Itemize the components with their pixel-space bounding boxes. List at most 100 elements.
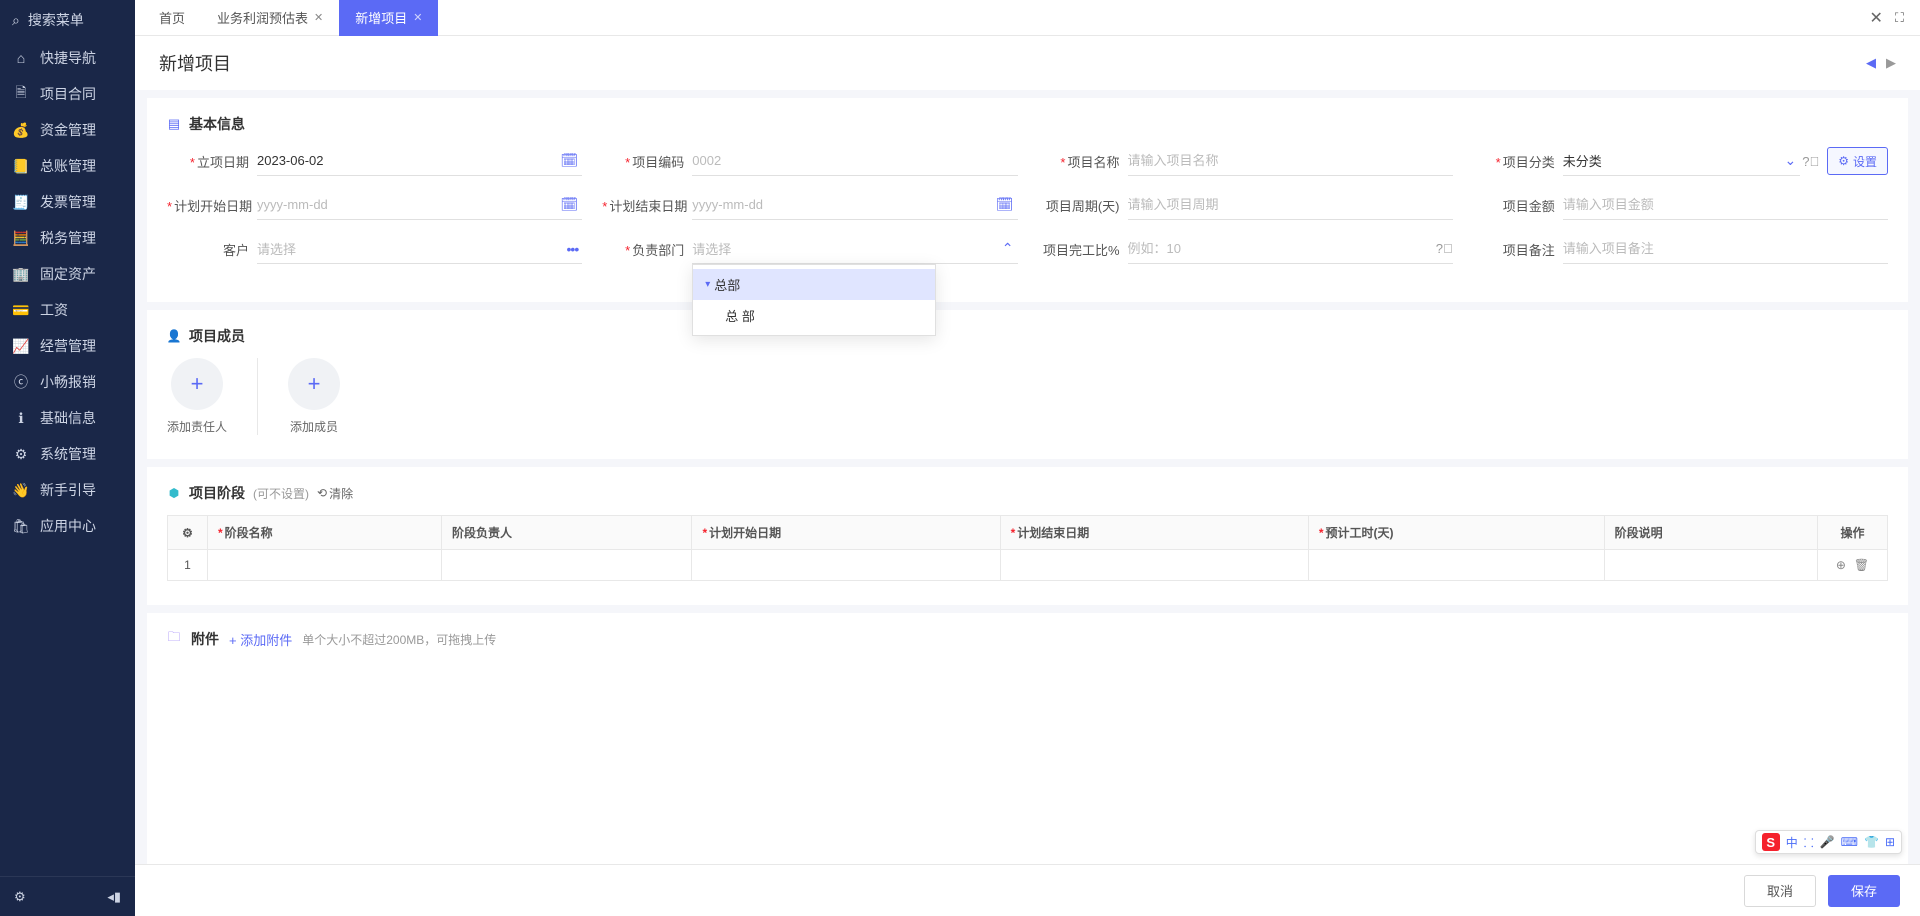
gear-icon: ⚙: [182, 526, 193, 540]
plan-end-field[interactable]: [692, 197, 991, 212]
remark-field[interactable]: [1563, 241, 1888, 256]
cancel-button[interactable]: 取消: [1744, 875, 1816, 907]
plan-start-field[interactable]: [257, 197, 556, 212]
ime-badge[interactable]: S 中 ⸬ 🎤 ⌨ 👕 ⊞: [1755, 830, 1902, 854]
customer-select[interactable]: 请选择 •••: [257, 234, 582, 264]
close-icon[interactable]: ✕: [314, 11, 323, 24]
sidebar-item-label: 快捷导航: [40, 48, 96, 68]
ime-grid-icon[interactable]: ⊞: [1885, 835, 1895, 849]
collapse-icon[interactable]: ◂▮: [107, 889, 121, 905]
content: ▤ 基本信息 *立项日期 2023-06-02 🗓 *项目编码: [135, 90, 1920, 864]
date-input[interactable]: 2023-06-02 🗓: [257, 146, 582, 176]
sidebar-item-basic[interactable]: ℹ基础信息: [0, 400, 135, 436]
sidebar-item-contract[interactable]: 🗎项目合同: [0, 76, 135, 112]
th-plan-start: *计划开始日期: [692, 516, 1000, 550]
sidebar-item-salary[interactable]: 💳工资: [0, 292, 135, 328]
add-attachment-button[interactable]: + 添加附件: [229, 630, 292, 649]
th-gear[interactable]: ⚙: [168, 516, 208, 550]
amount-input[interactable]: [1563, 190, 1888, 220]
amount-field[interactable]: [1563, 197, 1888, 212]
add-row-icon[interactable]: ⊕: [1836, 558, 1846, 572]
remark-input[interactable]: [1563, 234, 1888, 264]
dept-select[interactable]: 请选择 ⌃ ▾ 总部 总 部: [692, 234, 1017, 264]
ime-punct-icon[interactable]: ⸬: [1804, 834, 1814, 851]
code-field[interactable]: [692, 153, 1017, 168]
user-icon: 👤: [167, 329, 181, 343]
sidebar-item-label: 系统管理: [40, 444, 96, 464]
sidebar-item-ledger[interactable]: 📒总账管理: [0, 148, 135, 184]
settings-icon[interactable]: ⚙: [14, 889, 26, 905]
progress-field[interactable]: [1128, 241, 1434, 256]
tax-icon: 🧮: [12, 229, 30, 247]
clear-button[interactable]: ⟲清除: [317, 485, 353, 502]
cell-desc[interactable]: [1604, 550, 1817, 581]
field-progress: 项目完工比% ?⃝: [1038, 234, 1453, 264]
sidebar-item-appstore[interactable]: 🛍应用中心: [0, 508, 135, 544]
chevron-up-icon[interactable]: ⌃: [998, 240, 1018, 257]
sidebar-item-guide[interactable]: 👋新手引导: [0, 472, 135, 508]
code-input[interactable]: [692, 146, 1017, 176]
plan-start-input[interactable]: 🗓: [257, 190, 582, 220]
dept-placeholder: 请选择: [692, 239, 731, 258]
name-field[interactable]: [1128, 153, 1453, 168]
sidebar-item-tax[interactable]: 🧮税务管理: [0, 220, 135, 256]
stage-icon: ⬢: [167, 486, 181, 500]
hand-icon: 👋: [12, 481, 30, 499]
cell-name[interactable]: [208, 550, 442, 581]
close-all-icon[interactable]: ✕: [1869, 8, 1882, 28]
field-customer: 客户 请选择 •••: [167, 234, 582, 264]
dropdown-option[interactable]: ▾ 总部: [693, 269, 935, 300]
cell-hours[interactable]: [1308, 550, 1604, 581]
sidebar-item-asset[interactable]: 🏢固定资产: [0, 256, 135, 292]
cycle-field[interactable]: [1128, 197, 1453, 212]
config-button[interactable]: ⚙设置: [1827, 147, 1888, 175]
cell-owner[interactable]: [441, 550, 691, 581]
sidebar-item-fund[interactable]: 💰资金管理: [0, 112, 135, 148]
ime-lang[interactable]: 中: [1786, 834, 1798, 851]
delete-row-icon[interactable]: 🗑: [1854, 558, 1869, 572]
ime-keyboard-icon[interactable]: ⌨: [1841, 835, 1858, 849]
prev-icon[interactable]: ◀: [1866, 55, 1876, 71]
calendar-icon[interactable]: 🗓: [992, 196, 1018, 213]
sidebar-item-system[interactable]: ⚙系统管理: [0, 436, 135, 472]
tab-new-project[interactable]: 新增项目✕: [339, 0, 438, 36]
cycle-input[interactable]: [1128, 190, 1453, 220]
chevron-down-icon[interactable]: ⌄: [1781, 152, 1801, 169]
sidebar-search[interactable]: ⌕ 搜索菜单: [0, 0, 135, 40]
save-button[interactable]: 保存: [1828, 875, 1900, 907]
help-icon[interactable]: ?⃝: [1802, 154, 1819, 169]
sidebar-item-label: 小畅报销: [40, 372, 96, 392]
cell-plan-end[interactable]: [1000, 550, 1308, 581]
ime-mic-icon[interactable]: 🎤: [1820, 835, 1835, 849]
tab-profit-report[interactable]: 业务利润预估表✕: [201, 0, 339, 36]
next-icon[interactable]: ▶: [1886, 55, 1896, 71]
category-select[interactable]: 未分类 ⌄: [1563, 146, 1800, 176]
dept-dropdown: ▾ 总部 总 部: [692, 264, 936, 336]
cell-plan-start[interactable]: [692, 550, 1000, 581]
plus-icon: +: [308, 371, 321, 397]
add-member-button[interactable]: +: [288, 358, 340, 410]
sidebar-item-manage[interactable]: 📈经营管理: [0, 328, 135, 364]
section-attach: 🗀 附件 + 添加附件 单个大小不超过200MB，可拖拽上传: [147, 613, 1908, 864]
fullscreen-icon[interactable]: ⛶: [1895, 10, 1904, 26]
progress-input[interactable]: ?⃝: [1128, 234, 1453, 264]
sidebar-item-quicknav[interactable]: ⌂快捷导航: [0, 40, 135, 76]
add-member-label: 添加成员: [290, 418, 338, 435]
calendar-icon[interactable]: 🗓: [556, 152, 582, 169]
sidebar-item-expense[interactable]: ⓒ小畅报销: [0, 364, 135, 400]
plan-end-input[interactable]: 🗓: [692, 190, 1017, 220]
form-icon: ▤: [167, 117, 181, 131]
add-owner-button[interactable]: +: [171, 358, 223, 410]
dropdown-option[interactable]: 总 部: [693, 300, 935, 331]
sidebar-item-invoice[interactable]: 🧾发票管理: [0, 184, 135, 220]
help-icon[interactable]: ?⃝: [1436, 241, 1453, 256]
tab-home[interactable]: 首页: [143, 0, 201, 36]
close-icon[interactable]: ✕: [413, 11, 422, 24]
more-icon[interactable]: •••: [563, 241, 583, 257]
add-owner: + 添加责任人: [167, 358, 227, 435]
calendar-icon[interactable]: 🗓: [556, 196, 582, 213]
ime-skin-icon[interactable]: 👕: [1864, 835, 1879, 849]
info-icon: ℹ: [12, 409, 30, 427]
name-input[interactable]: [1128, 146, 1453, 176]
section-title: 项目成员: [189, 326, 245, 346]
